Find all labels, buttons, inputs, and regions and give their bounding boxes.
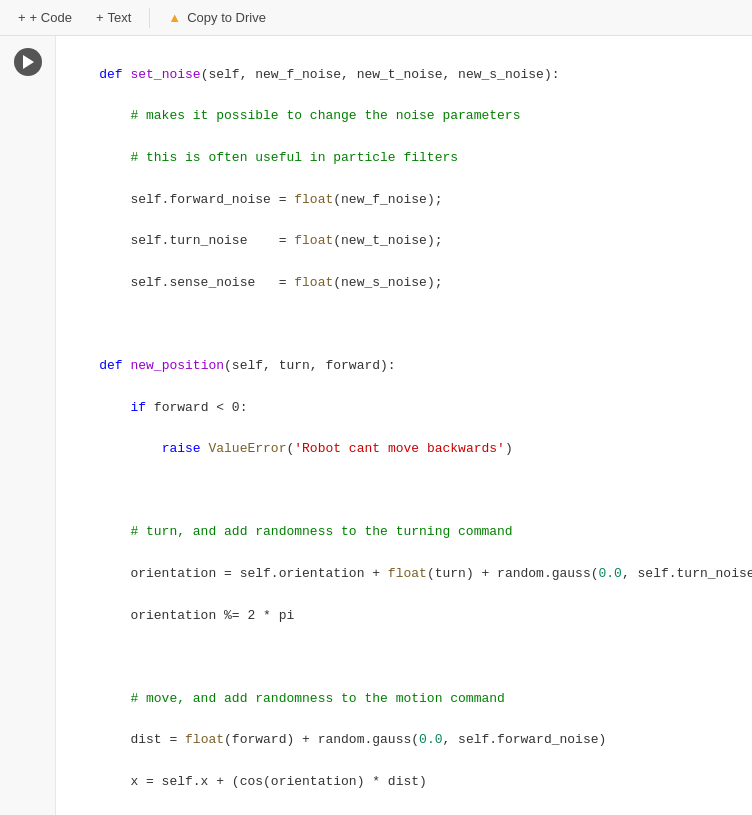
add-code-button[interactable]: + + Code xyxy=(8,6,82,29)
add-text-button[interactable]: + Text xyxy=(86,6,141,29)
notebook-container: def set_noise(self, new_f_noise, new_t_n… xyxy=(0,36,752,815)
code-block: def set_noise(self, new_f_noise, new_t_n… xyxy=(56,44,752,815)
app-container: + + Code + Text ▲ Copy to Drive def set_… xyxy=(0,0,752,815)
code-area[interactable]: def set_noise(self, new_f_noise, new_t_n… xyxy=(56,36,752,815)
drive-icon: ▲ xyxy=(168,10,181,25)
toolbar-separator xyxy=(149,8,150,28)
left-gutter xyxy=(0,36,56,815)
add-text-label: Text xyxy=(107,10,131,25)
plus-code-icon: + xyxy=(18,10,26,25)
toolbar: + + Code + Text ▲ Copy to Drive xyxy=(0,0,752,36)
add-code-label: + Code xyxy=(30,10,72,25)
copy-drive-label: Copy to Drive xyxy=(187,10,266,25)
copy-to-drive-button[interactable]: ▲ Copy to Drive xyxy=(158,6,276,29)
run-cell-button[interactable] xyxy=(14,48,42,76)
plus-text-icon: + xyxy=(96,10,104,25)
